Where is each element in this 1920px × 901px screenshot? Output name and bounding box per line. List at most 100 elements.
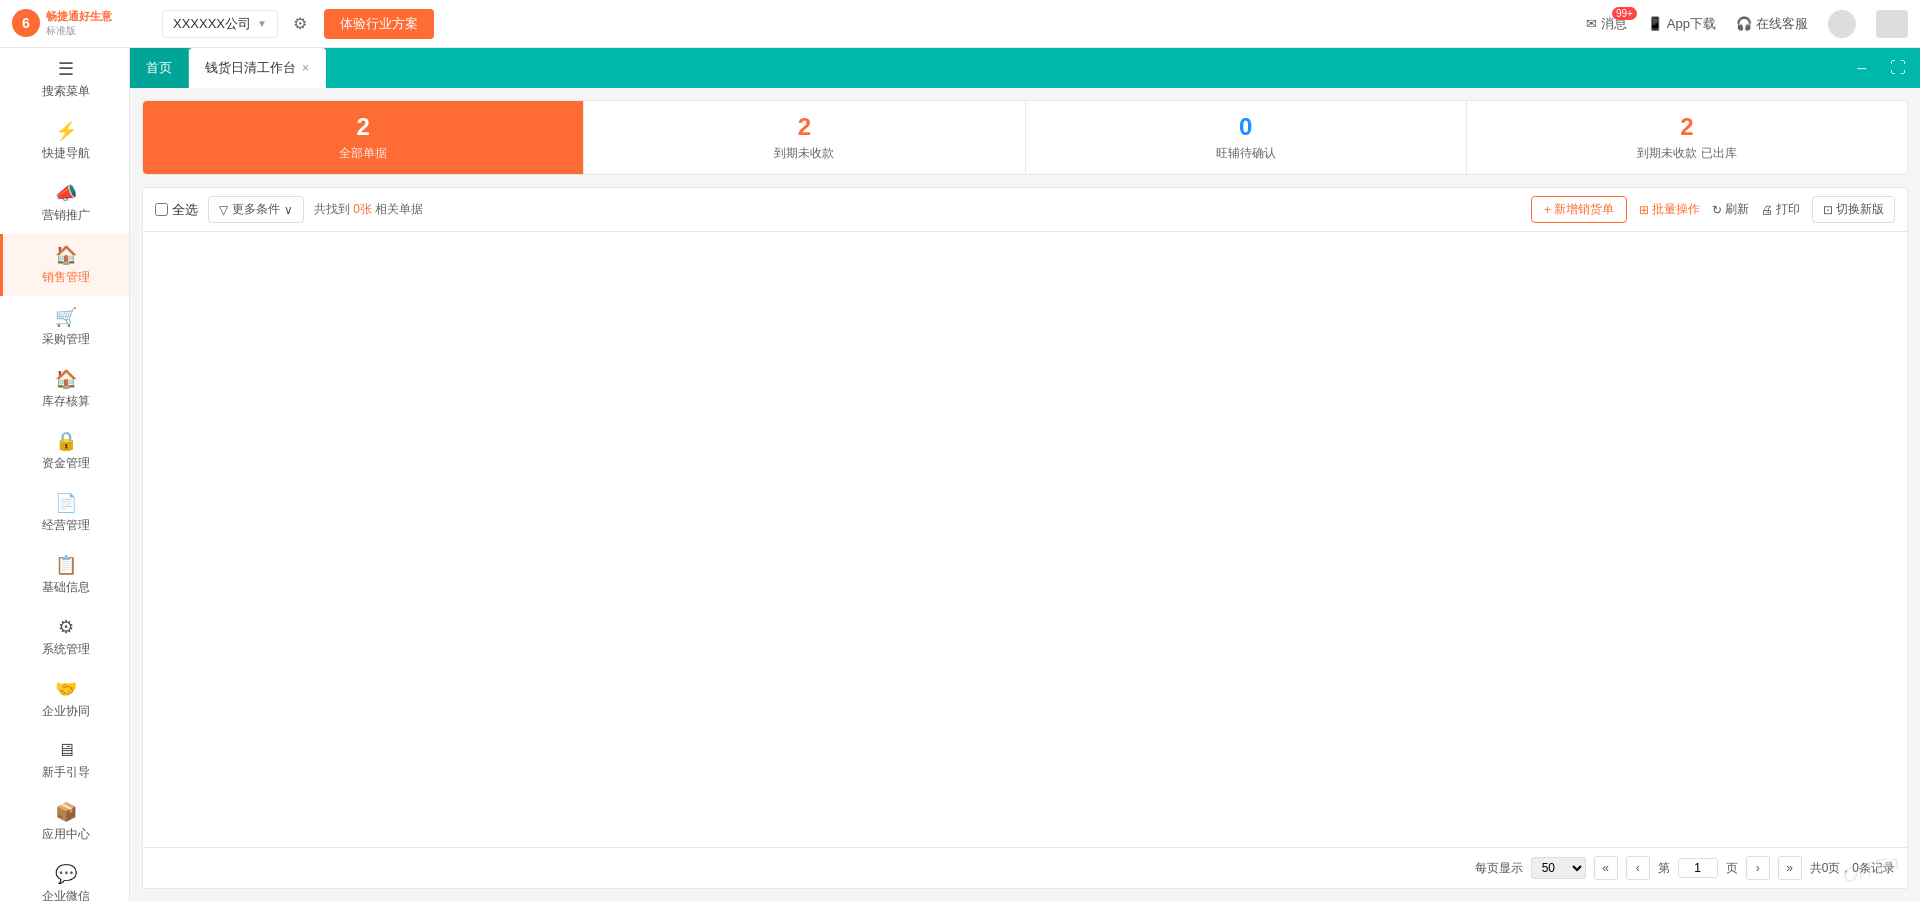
company-selector[interactable]: XXXXXX公司 ▼	[162, 10, 278, 38]
download-icon: 📱	[1647, 16, 1663, 31]
batch-icon: ⊞	[1639, 203, 1649, 217]
sidebar-item-wechat[interactable]: 💬 企业微信	[0, 853, 129, 901]
logo-area: 6 畅捷通好生意 标准版	[12, 9, 142, 37]
sidebar-label-purchase: 采购管理	[42, 331, 90, 348]
per-page-label: 每页显示	[1475, 860, 1523, 877]
active-tab-label: 钱货日清工作台	[205, 59, 296, 77]
sidebar-item-guide[interactable]: 🖥 新手引导	[0, 730, 129, 791]
stat-card-wangfu[interactable]: 0 旺辅待确认	[1026, 101, 1467, 174]
switch-version-button[interactable]: ⊡ 切换新版	[1812, 196, 1895, 223]
tab-maximize-button[interactable]: ⛶	[1884, 54, 1912, 82]
sidebar-item-sales[interactable]: 🏠 销售管理	[0, 234, 129, 296]
company-name: XXXXXX公司	[173, 15, 251, 33]
header-right: ✉ 消息 99+ 📱 App下载 🎧 在线客服	[1586, 10, 1908, 38]
user-menu[interactable]	[1876, 10, 1908, 38]
tab-minimize-button[interactable]: –	[1848, 54, 1876, 82]
logo-name: 畅捷通好生意	[46, 9, 112, 23]
inventory-icon: 🏠	[55, 368, 77, 390]
service-icon: 🎧	[1736, 16, 1752, 31]
filter-button[interactable]: ▽ 更多条件 ∨	[208, 196, 304, 223]
toolbar-right: + 新增销货单 ⊞ 批量操作 ↻ 刷新 🖨 打印	[1531, 196, 1895, 223]
first-page-button[interactable]: «	[1594, 856, 1618, 880]
tab-close-icon[interactable]: ×	[302, 61, 309, 75]
sidebar-item-cooperation[interactable]: 🤝 企业协同	[0, 668, 129, 730]
sidebar-item-search-menu[interactable]: ☰ 搜索菜单	[0, 48, 129, 110]
purchase-icon: 🛒	[55, 306, 77, 328]
page-body: 2 全部单据 2 到期未收款 0 旺辅待确认 2 到期未收款 已出库	[130, 88, 1920, 901]
tab-home[interactable]: 首页	[130, 48, 189, 88]
message-badge: 99+	[1612, 7, 1637, 20]
sidebar-item-operations[interactable]: 📄 经营管理	[0, 482, 129, 544]
main-content: 首页 钱货日清工作台 × – ⛶ 2 全部单据 2 到期未收款	[130, 48, 1920, 901]
stat-num-overdue: 2	[798, 113, 811, 141]
top-header: 6 畅捷通好生意 标准版 XXXXXX公司 ▼ ⚙ 体验行业方案 ✉ 消息 99…	[0, 0, 1920, 48]
stat-label-shipped: 到期未收款 已出库	[1637, 145, 1736, 162]
sidebar-item-purchase[interactable]: 🛒 采购管理	[0, 296, 129, 358]
select-all-area[interactable]: 全选	[155, 201, 198, 219]
sales-icon: 🏠	[55, 244, 77, 266]
sidebar-label-operations: 经营管理	[42, 517, 90, 534]
trial-button[interactable]: 体验行业方案	[324, 9, 434, 39]
logo-icon: 6	[12, 9, 40, 37]
table-area: 每页显示 10 20 50 100 « ‹ 第 页 › » 共0页，0条记录	[142, 232, 1908, 889]
sidebar-label-basics: 基础信息	[42, 579, 90, 596]
found-prefix: 共找到	[314, 202, 350, 216]
sidebar: ☰ 搜索菜单 ⚡ 快捷导航 📣 营销推广 🏠 销售管理 🛒 采购管理 🏠 库存核…	[0, 48, 130, 901]
found-text: 共找到 0张 相关单据	[314, 201, 423, 218]
sidebar-item-app-center[interactable]: 📦 应用中心	[0, 791, 129, 853]
stat-card-overdue[interactable]: 2 到期未收款	[584, 101, 1025, 174]
stats-row: 2 全部单据 2 到期未收款 0 旺辅待确认 2 到期未收款 已出库	[142, 100, 1908, 175]
tab-bar: 首页 钱货日清工作台 × – ⛶	[130, 48, 1920, 88]
select-all-label: 全选	[172, 201, 198, 219]
add-sale-order-button[interactable]: + 新增销货单	[1531, 196, 1627, 223]
logo-text-group: 畅捷通好生意 标准版	[46, 9, 112, 37]
message-button[interactable]: ✉ 消息 99+	[1586, 15, 1627, 33]
app-download-label: App下载	[1667, 15, 1716, 33]
sidebar-item-system[interactable]: ⚙ 系统管理	[0, 606, 129, 668]
lightning-icon: ⚡	[55, 120, 77, 142]
avatar[interactable]	[1828, 10, 1856, 38]
print-button[interactable]: 🖨 打印	[1761, 201, 1800, 218]
page-suffix: 页	[1726, 860, 1738, 877]
finance-icon: 🔒	[55, 430, 77, 452]
message-icon: ✉	[1586, 16, 1597, 31]
stat-card-shipped[interactable]: 2 到期未收款 已出库	[1467, 101, 1907, 174]
switch-label: 切换新版	[1836, 201, 1884, 218]
guide-icon: 🖥	[57, 740, 75, 761]
sidebar-label-guide: 新手引导	[42, 764, 90, 781]
tab-active[interactable]: 钱货日清工作台 ×	[189, 48, 326, 88]
next-page-button[interactable]: ›	[1746, 856, 1770, 880]
print-label: 打印	[1776, 201, 1800, 218]
last-page-button[interactable]: »	[1778, 856, 1802, 880]
add-icon: +	[1544, 203, 1551, 217]
megaphone-icon: 📣	[55, 182, 77, 204]
logo-sub: 标准版	[46, 24, 112, 38]
select-all-checkbox[interactable]	[155, 203, 168, 216]
settings-button[interactable]: ⚙	[286, 10, 314, 38]
menu-icon: ☰	[58, 58, 74, 80]
batch-label: 批量操作	[1652, 201, 1700, 218]
sidebar-item-inventory[interactable]: 🏠 库存核算	[0, 358, 129, 420]
refresh-label: 刷新	[1725, 201, 1749, 218]
stat-card-all[interactable]: 2 全部单据	[143, 101, 584, 174]
sidebar-item-marketing[interactable]: 📣 营销推广	[0, 172, 129, 234]
sidebar-item-quick-nav[interactable]: ⚡ 快捷导航	[0, 110, 129, 172]
batch-operation-button[interactable]: ⊞ 批量操作	[1639, 201, 1700, 218]
sidebar-label-search-menu: 搜索菜单	[42, 83, 90, 100]
stat-label-overdue: 到期未收款	[774, 145, 834, 162]
refresh-button[interactable]: ↻ 刷新	[1712, 201, 1749, 218]
online-service-button[interactable]: 🎧 在线客服	[1736, 15, 1808, 33]
switch-icon: ⊡	[1823, 203, 1833, 217]
main-layout: ☰ 搜索菜单 ⚡ 快捷导航 📣 营销推广 🏠 销售管理 🛒 采购管理 🏠 库存核…	[0, 48, 1920, 901]
per-page-select[interactable]: 10 20 50 100	[1531, 857, 1586, 879]
filter-icon: ▽	[219, 203, 228, 217]
system-icon: ⚙	[58, 616, 74, 638]
prev-page-button[interactable]: ‹	[1626, 856, 1650, 880]
sidebar-item-basics[interactable]: 📋 基础信息	[0, 544, 129, 606]
chevron-down-icon: ▼	[257, 18, 267, 29]
sidebar-label-sales: 销售管理	[42, 269, 90, 286]
page-number-input[interactable]	[1678, 858, 1718, 878]
sidebar-item-finance[interactable]: 🔒 资金管理	[0, 420, 129, 482]
app-download-button[interactable]: 📱 App下载	[1647, 15, 1716, 33]
app-center-icon: 📦	[55, 801, 77, 823]
